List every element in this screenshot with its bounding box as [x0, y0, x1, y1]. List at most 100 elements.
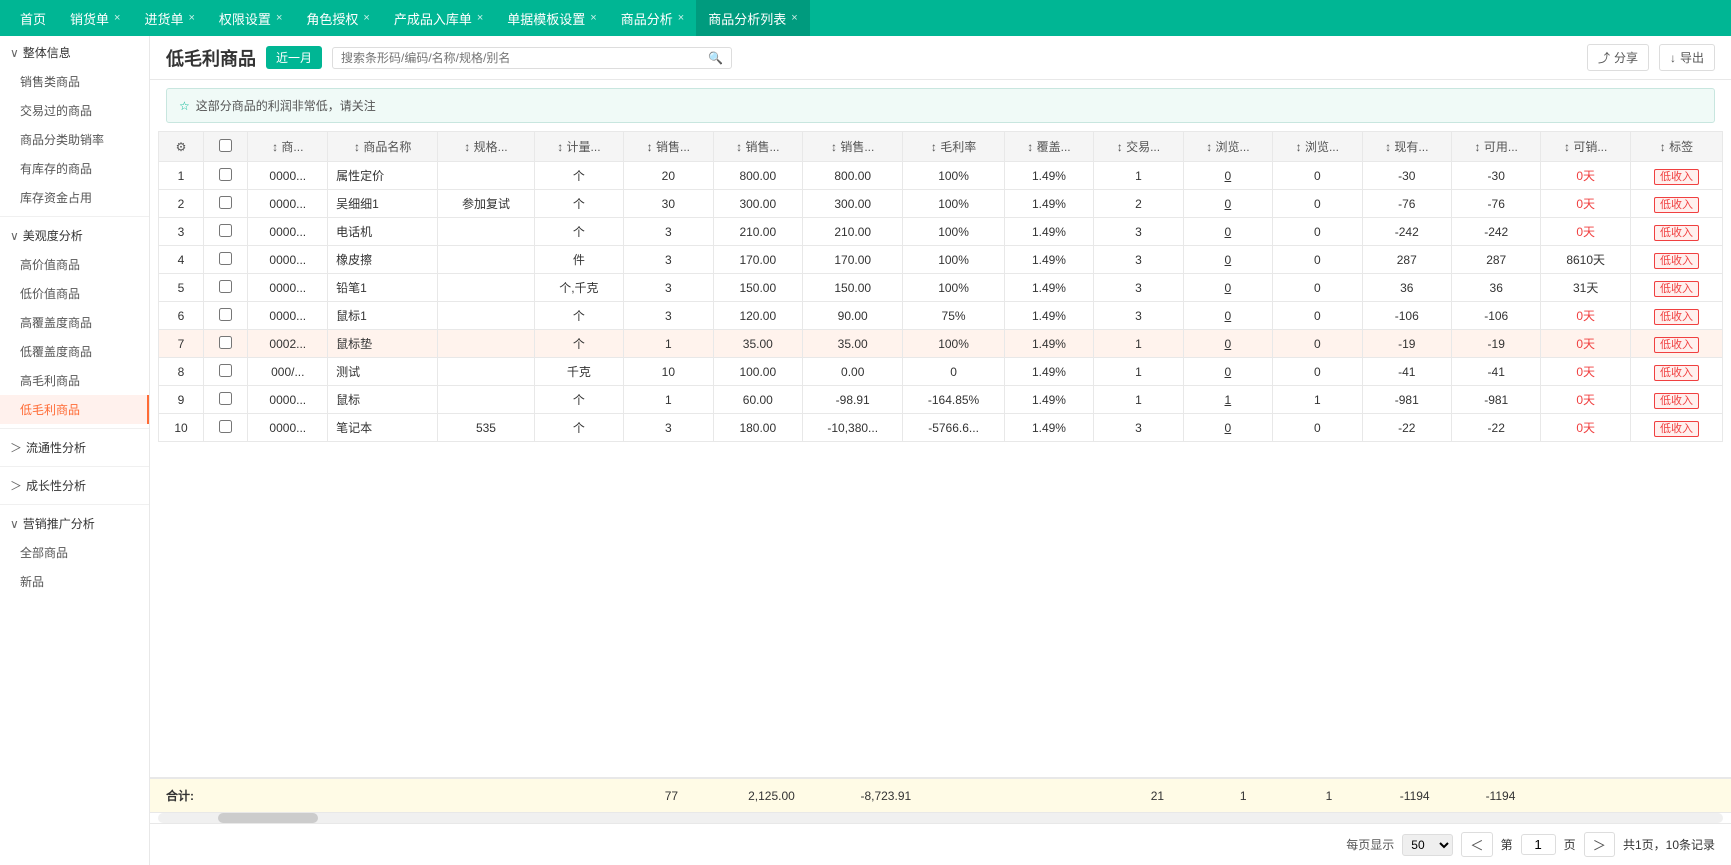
row-checkbox[interactable] — [204, 246, 248, 274]
sidebar-item-high-coverage[interactable]: 高覆盖度商品 — [0, 308, 149, 337]
row-select-checkbox[interactable] — [219, 224, 232, 237]
th-sales-qty[interactable]: ↕ 销售... — [624, 132, 713, 162]
nav-product-analysis[interactable]: 商品分析 × — [609, 0, 696, 36]
row-select-checkbox[interactable] — [219, 252, 232, 265]
row-select-checkbox[interactable] — [219, 308, 232, 321]
th-name[interactable]: ↕ 商品名称 — [328, 132, 438, 162]
sidebar-group-general[interactable]: ∨ 整体信息 — [0, 38, 149, 67]
th-transaction[interactable]: ↕ 交易... — [1094, 132, 1183, 162]
th-sales-profit[interactable]: ↕ 销售... — [803, 132, 903, 162]
sidebar-item-stock-funds[interactable]: 库存资金占用 — [0, 183, 149, 212]
row-checkbox[interactable] — [204, 218, 248, 246]
row-checkbox[interactable] — [204, 274, 248, 302]
row-checkbox[interactable] — [204, 414, 248, 442]
nav-home[interactable]: 首页 — [8, 0, 58, 36]
row-spec — [438, 162, 534, 190]
sidebar-item-low-profit[interactable]: 低毛利商品 — [0, 395, 149, 424]
th-current[interactable]: ↕ 现有... — [1362, 132, 1451, 162]
sidebar-item-new-products[interactable]: 新品 — [0, 567, 149, 596]
th-browse2[interactable]: ↕ 浏览... — [1273, 132, 1362, 162]
close-product-analysis-list-icon[interactable]: × — [791, 12, 797, 24]
sidebar-group-aesthetics[interactable]: ∨ 美观度分析 — [0, 221, 149, 250]
th-saleable[interactable]: ↕ 可销... — [1541, 132, 1630, 162]
th-browse1[interactable]: ↕ 浏览... — [1183, 132, 1272, 162]
row-checkbox[interactable] — [204, 330, 248, 358]
scroll-thumb[interactable] — [218, 813, 318, 823]
prev-page-button[interactable]: ＜ — [1461, 832, 1492, 857]
horizontal-scrollbar[interactable] — [158, 813, 1723, 823]
close-role-auth-icon[interactable]: × — [363, 12, 369, 24]
nav-permissions[interactable]: 权限设置 × — [207, 0, 294, 36]
row-checkbox[interactable] — [204, 386, 248, 414]
row-checkbox[interactable] — [204, 358, 248, 386]
sidebar-item-category-rate[interactable]: 商品分类助销率 — [0, 125, 149, 154]
nav-purchase-order[interactable]: 进货单 × — [132, 0, 206, 36]
row-select-checkbox[interactable] — [219, 196, 232, 209]
row-select-checkbox[interactable] — [219, 168, 232, 181]
row-browse1[interactable]: 0 — [1183, 246, 1272, 274]
th-coverage[interactable]: ↕ 覆盖... — [1004, 132, 1093, 162]
th-settings[interactable]: ⚙ — [159, 132, 204, 162]
row-browse1[interactable]: 0 — [1183, 218, 1272, 246]
page-number-input[interactable] — [1521, 834, 1556, 855]
next-page-button[interactable]: ＞ — [1584, 832, 1615, 857]
row-browse1[interactable]: 0 — [1183, 162, 1272, 190]
close-template-settings-icon[interactable]: × — [590, 12, 596, 24]
row-select-checkbox[interactable] — [219, 336, 232, 349]
sidebar-item-sales-products[interactable]: 销售类商品 — [0, 67, 149, 96]
sidebar-item-traded-products[interactable]: 交易过的商品 — [0, 96, 149, 125]
nav-product-entry[interactable]: 产成品入库单 × — [382, 0, 495, 36]
nav-template-settings[interactable]: 单据模板设置 × — [495, 0, 608, 36]
sidebar-group-marketing[interactable]: ∨ 营销推广分析 — [0, 509, 149, 538]
row-browse1[interactable]: 0 — [1183, 330, 1272, 358]
search-input[interactable] — [341, 51, 704, 65]
table-container[interactable]: ⚙ ↕ 商... ↕ 商品名称 ↕ 规格... ↕ 计量... ↕ 销售... … — [150, 131, 1731, 777]
sidebar-group-circulation[interactable]: ＞ 流通性分析 — [0, 433, 149, 462]
row-checkbox[interactable] — [204, 302, 248, 330]
row-browse1[interactable]: 0 — [1183, 414, 1272, 442]
row-select-checkbox[interactable] — [219, 392, 232, 405]
th-unit[interactable]: ↕ 计量... — [534, 132, 623, 162]
row-select-checkbox[interactable] — [219, 420, 232, 433]
share-button[interactable]: ⤴ 分享 — [1587, 44, 1649, 71]
th-gross-rate[interactable]: ↕ 毛利率 — [903, 132, 1004, 162]
close-permissions-icon[interactable]: × — [276, 12, 282, 24]
row-spec: 535 — [438, 414, 534, 442]
row-browse2: 0 — [1273, 302, 1362, 330]
row-checkbox[interactable] — [204, 190, 248, 218]
row-browse1[interactable]: 0 — [1183, 302, 1272, 330]
row-saleable: 0天 — [1541, 414, 1630, 442]
sidebar-item-low-value[interactable]: 低价值商品 — [0, 279, 149, 308]
date-filter-button[interactable]: 近一月 — [266, 46, 322, 69]
nav-product-analysis-list[interactable]: 商品分析列表 × — [696, 0, 809, 36]
row-browse1[interactable]: 0 — [1183, 274, 1272, 302]
row-browse1[interactable]: 1 — [1183, 386, 1272, 414]
row-select-checkbox[interactable] — [219, 364, 232, 377]
page-size-select[interactable]: 50 100 200 — [1402, 834, 1453, 856]
row-sales-qty: 3 — [624, 274, 713, 302]
th-spec[interactable]: ↕ 规格... — [438, 132, 534, 162]
row-select-checkbox[interactable] — [219, 280, 232, 293]
select-all-checkbox[interactable] — [219, 139, 232, 152]
th-sales-price[interactable]: ↕ 销售... — [713, 132, 802, 162]
export-button[interactable]: ↓ 导出 — [1659, 44, 1715, 71]
close-product-analysis-icon[interactable]: × — [678, 12, 684, 24]
close-purchase-order-icon[interactable]: × — [188, 12, 194, 24]
nav-sales-order[interactable]: 销货单 × — [58, 0, 132, 36]
sidebar-item-all-products[interactable]: 全部商品 — [0, 538, 149, 567]
close-sales-order-icon[interactable]: × — [114, 12, 120, 24]
th-code[interactable]: ↕ 商... — [248, 132, 328, 162]
sidebar-item-stock-products[interactable]: 有库存的商品 — [0, 154, 149, 183]
sidebar-item-high-value[interactable]: 高价值商品 — [0, 250, 149, 279]
sidebar-item-high-profit[interactable]: 高毛利商品 — [0, 366, 149, 395]
close-product-entry-icon[interactable]: × — [477, 12, 483, 24]
row-checkbox[interactable] — [204, 162, 248, 190]
sidebar-item-low-coverage[interactable]: 低覆盖度商品 — [0, 337, 149, 366]
th-checkbox[interactable] — [204, 132, 248, 162]
row-browse1[interactable]: 0 — [1183, 358, 1272, 386]
row-browse1[interactable]: 0 — [1183, 190, 1272, 218]
th-tag[interactable]: ↕ 标签 — [1630, 132, 1722, 162]
nav-role-auth[interactable]: 角色授权 × — [294, 0, 381, 36]
th-available[interactable]: ↕ 可用... — [1452, 132, 1541, 162]
sidebar-group-growth[interactable]: ＞ 成长性分析 — [0, 471, 149, 500]
